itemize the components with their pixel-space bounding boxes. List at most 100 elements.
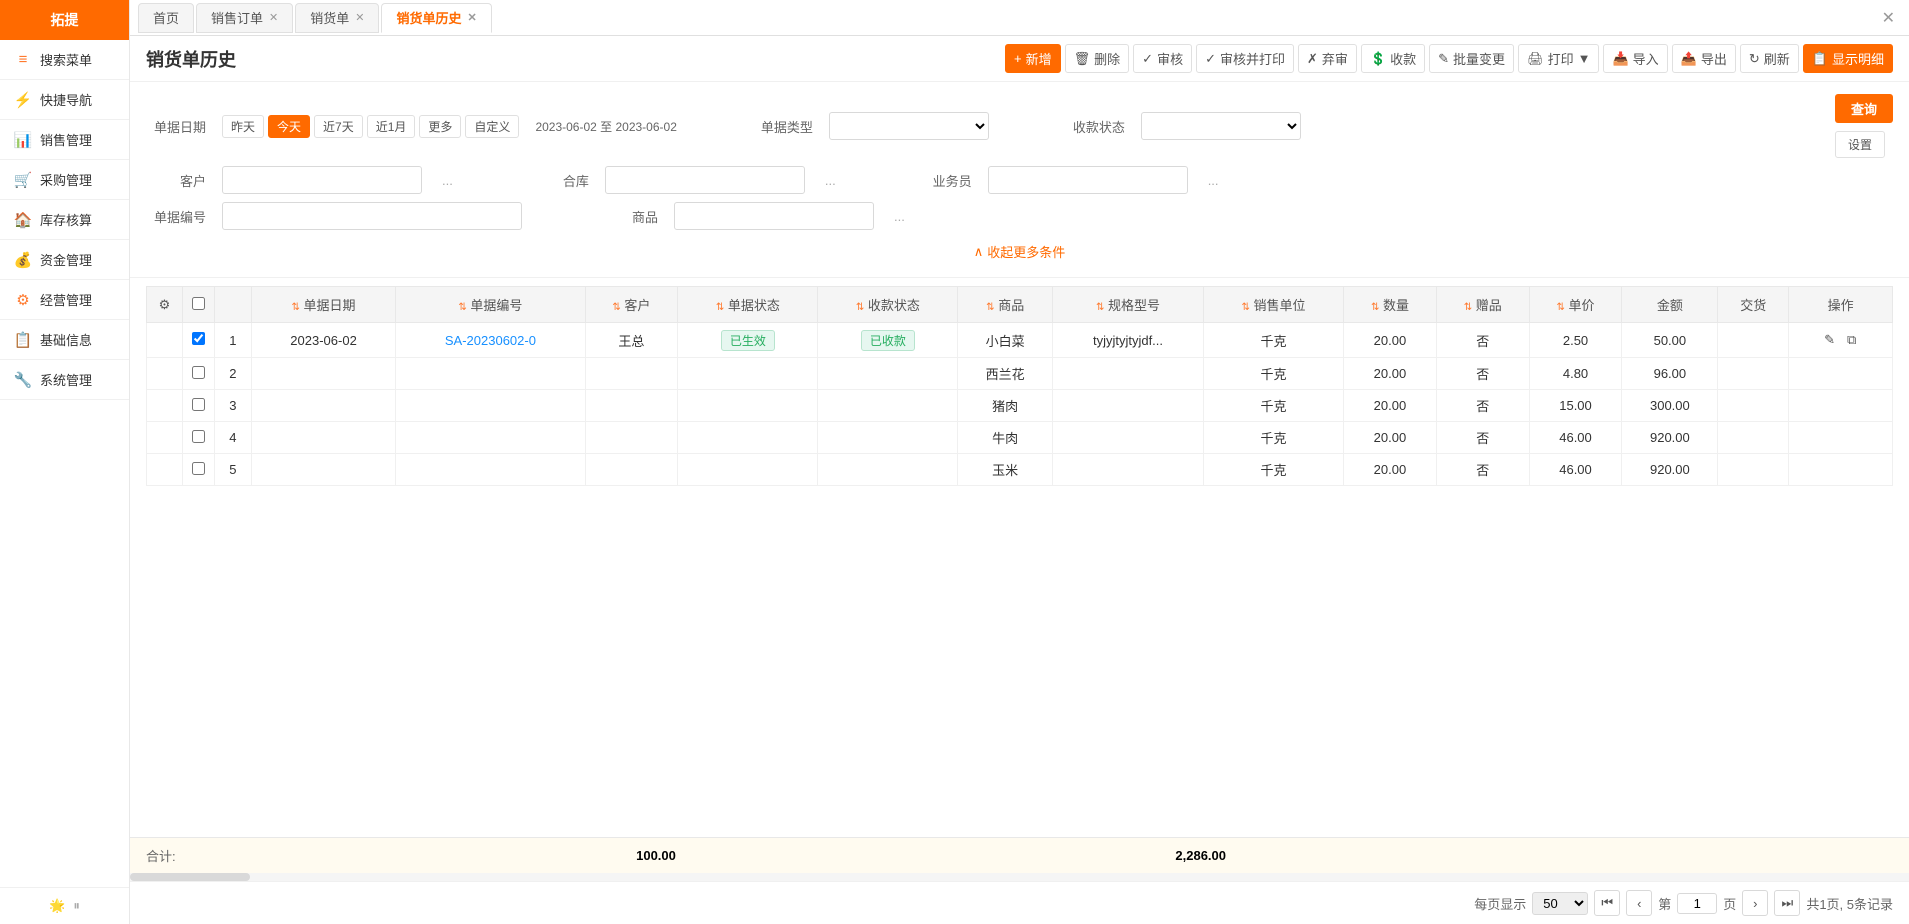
sidebar-item-basic-info[interactable]: 📋 基础信息	[0, 320, 129, 360]
delete-button[interactable]: 🗑 删除	[1065, 44, 1130, 73]
date-btn-1month[interactable]: 近1月	[367, 115, 416, 138]
td-doc-no[interactable]	[396, 390, 585, 422]
th-unit[interactable]: ⇅ 销售单位	[1204, 287, 1344, 323]
edit-action-button[interactable]: ✎	[1819, 329, 1841, 351]
date-btn-today[interactable]: 今天	[268, 115, 310, 138]
last-page-button[interactable]: ⏭	[1774, 890, 1800, 916]
td-checkbox[interactable]	[183, 358, 215, 390]
tab-delivery-close[interactable]: ✕	[355, 11, 364, 24]
sidebar-footer-icon2[interactable]: ⏸	[73, 898, 80, 914]
row-checkbox[interactable]	[192, 366, 205, 379]
prev-page-button[interactable]: ‹	[1626, 890, 1652, 916]
tab-delivery[interactable]: 销货单 ✕	[295, 3, 379, 33]
sidebar-item-search-menu[interactable]: ≡ 搜索菜单	[0, 40, 129, 80]
sidebar-item-purchase-mgmt[interactable]: 🛒 采购管理	[0, 160, 129, 200]
next-page-button[interactable]: ›	[1742, 890, 1768, 916]
show-detail-button[interactable]: 📋 显示明细	[1803, 44, 1893, 73]
new-button[interactable]: + 新增	[1005, 44, 1061, 73]
date-btn-custom[interactable]: 自定义	[465, 115, 519, 138]
row-checkbox[interactable]	[192, 430, 205, 443]
select-all-checkbox[interactable]	[192, 297, 205, 310]
warehouse-dots[interactable]: ...	[825, 173, 836, 188]
td-checkbox[interactable]	[183, 390, 215, 422]
print-button[interactable]: 🖨 打印 ▼	[1518, 44, 1599, 73]
td-doc-no[interactable]	[396, 358, 585, 390]
row-checkbox[interactable]	[192, 462, 205, 475]
staff-input[interactable]	[988, 166, 1188, 194]
audit-print-button[interactable]: ✓ 审核并打印	[1196, 44, 1294, 73]
td-doc-no[interactable]	[396, 454, 585, 486]
td-action[interactable]	[1789, 422, 1893, 454]
th-spec[interactable]: ⇅ 规格型号	[1052, 287, 1203, 323]
staff-dots[interactable]: ...	[1208, 173, 1219, 188]
td-doc-no[interactable]	[396, 422, 585, 454]
batch-change-button[interactable]: ✎ 批量变更	[1429, 44, 1514, 73]
goods-dots[interactable]: ...	[894, 209, 905, 224]
system-icon: 🔧	[14, 371, 32, 389]
sidebar-item-sales-mgmt[interactable]: 📊 销售管理	[0, 120, 129, 160]
sidebar-item-finance[interactable]: 💰 资金管理	[0, 240, 129, 280]
th-qty[interactable]: ⇅ 数量	[1344, 287, 1437, 323]
customer-input[interactable]	[222, 166, 422, 194]
set-button[interactable]: 设置	[1835, 131, 1885, 158]
th-price[interactable]: ⇅ 单价	[1529, 287, 1622, 323]
audit-button[interactable]: ✓ 审核	[1133, 44, 1192, 73]
tab-delivery-history-close[interactable]: ✕	[468, 11, 477, 24]
td-action[interactable]	[1789, 390, 1893, 422]
th-doc-no[interactable]: ⇅ 单据编号	[396, 287, 585, 323]
sidebar-item-quick-nav[interactable]: ⚡ 快捷导航	[0, 80, 129, 120]
goods-input[interactable]	[674, 202, 874, 230]
collapse-button[interactable]: ∧ 收起更多条件	[966, 238, 1074, 265]
td-action[interactable]	[1789, 358, 1893, 390]
export-button[interactable]: 📤 导出	[1672, 44, 1736, 73]
sidebar-footer-icon1[interactable]: 🌟	[49, 898, 65, 914]
td-checkbox[interactable]	[183, 323, 215, 358]
sidebar-item-inventory[interactable]: 🏠 库存核算	[0, 200, 129, 240]
pay-status-select[interactable]	[1141, 112, 1301, 140]
td-doc-no[interactable]: SA-20230602-0	[396, 323, 585, 358]
close-all-tabs-button[interactable]: ✕	[1876, 8, 1901, 28]
query-button[interactable]: 查询	[1835, 94, 1893, 123]
th-goods[interactable]: ⇅ 商品	[958, 287, 1053, 323]
doc-type-select[interactable]	[829, 112, 989, 140]
warehouse-input[interactable]	[605, 166, 805, 194]
copy-action-button[interactable]: ⧉	[1841, 329, 1863, 351]
first-page-button[interactable]: ⏮	[1594, 890, 1620, 916]
th-doc-status[interactable]: ⇅ 单据状态	[678, 287, 818, 323]
tab-home[interactable]: 首页	[138, 3, 194, 33]
collect-button[interactable]: 💲 收款	[1361, 44, 1425, 73]
page-input[interactable]	[1677, 893, 1717, 914]
row-checkbox[interactable]	[192, 398, 205, 411]
refresh-button[interactable]: ↻ 刷新	[1740, 44, 1799, 73]
date-btn-7days[interactable]: 近7天	[314, 115, 363, 138]
abandon-button[interactable]: ✗ 弃审	[1298, 44, 1357, 73]
th-doc-date[interactable]: ⇅ 单据日期	[251, 287, 396, 323]
page-suffix: 页	[1723, 894, 1736, 913]
tab-sales-order-close[interactable]: ✕	[269, 11, 278, 24]
doc-no-input[interactable]	[222, 202, 522, 230]
sidebar-item-system-mgmt[interactable]: 🔧 系统管理	[0, 360, 129, 400]
th-customer[interactable]: ⇅ 客户	[585, 287, 678, 323]
td-pay-status	[818, 454, 958, 486]
scrollbar-thumb[interactable]	[130, 873, 250, 881]
th-pay-status[interactable]: ⇅ 收款状态	[818, 287, 958, 323]
th-settings[interactable]: ⚙	[147, 287, 183, 323]
td-checkbox[interactable]	[183, 422, 215, 454]
th-checkbox[interactable]	[183, 287, 215, 323]
import-button[interactable]: 📥 导入	[1603, 44, 1667, 73]
td-doc-status	[678, 422, 818, 454]
date-btn-yesterday[interactable]: 昨天	[222, 115, 264, 138]
refresh-icon: ↻	[1749, 51, 1760, 67]
customer-dots[interactable]: ...	[442, 173, 453, 188]
td-checkbox[interactable]	[183, 454, 215, 486]
scrollbar-area[interactable]	[130, 873, 1909, 881]
per-page-select[interactable]: 50 100 200	[1532, 892, 1588, 915]
td-action[interactable]	[1789, 454, 1893, 486]
th-gift[interactable]: ⇅ 赠品	[1436, 287, 1529, 323]
sidebar-item-operations[interactable]: ⚙ 经营管理	[0, 280, 129, 320]
row-checkbox[interactable]	[192, 332, 205, 345]
date-btn-more[interactable]: 更多	[419, 115, 461, 138]
tab-sales-order[interactable]: 销售订单 ✕	[196, 3, 293, 33]
tab-delivery-history[interactable]: 销货单历史 ✕	[381, 3, 491, 33]
td-action[interactable]: ✎⧉	[1789, 323, 1893, 358]
